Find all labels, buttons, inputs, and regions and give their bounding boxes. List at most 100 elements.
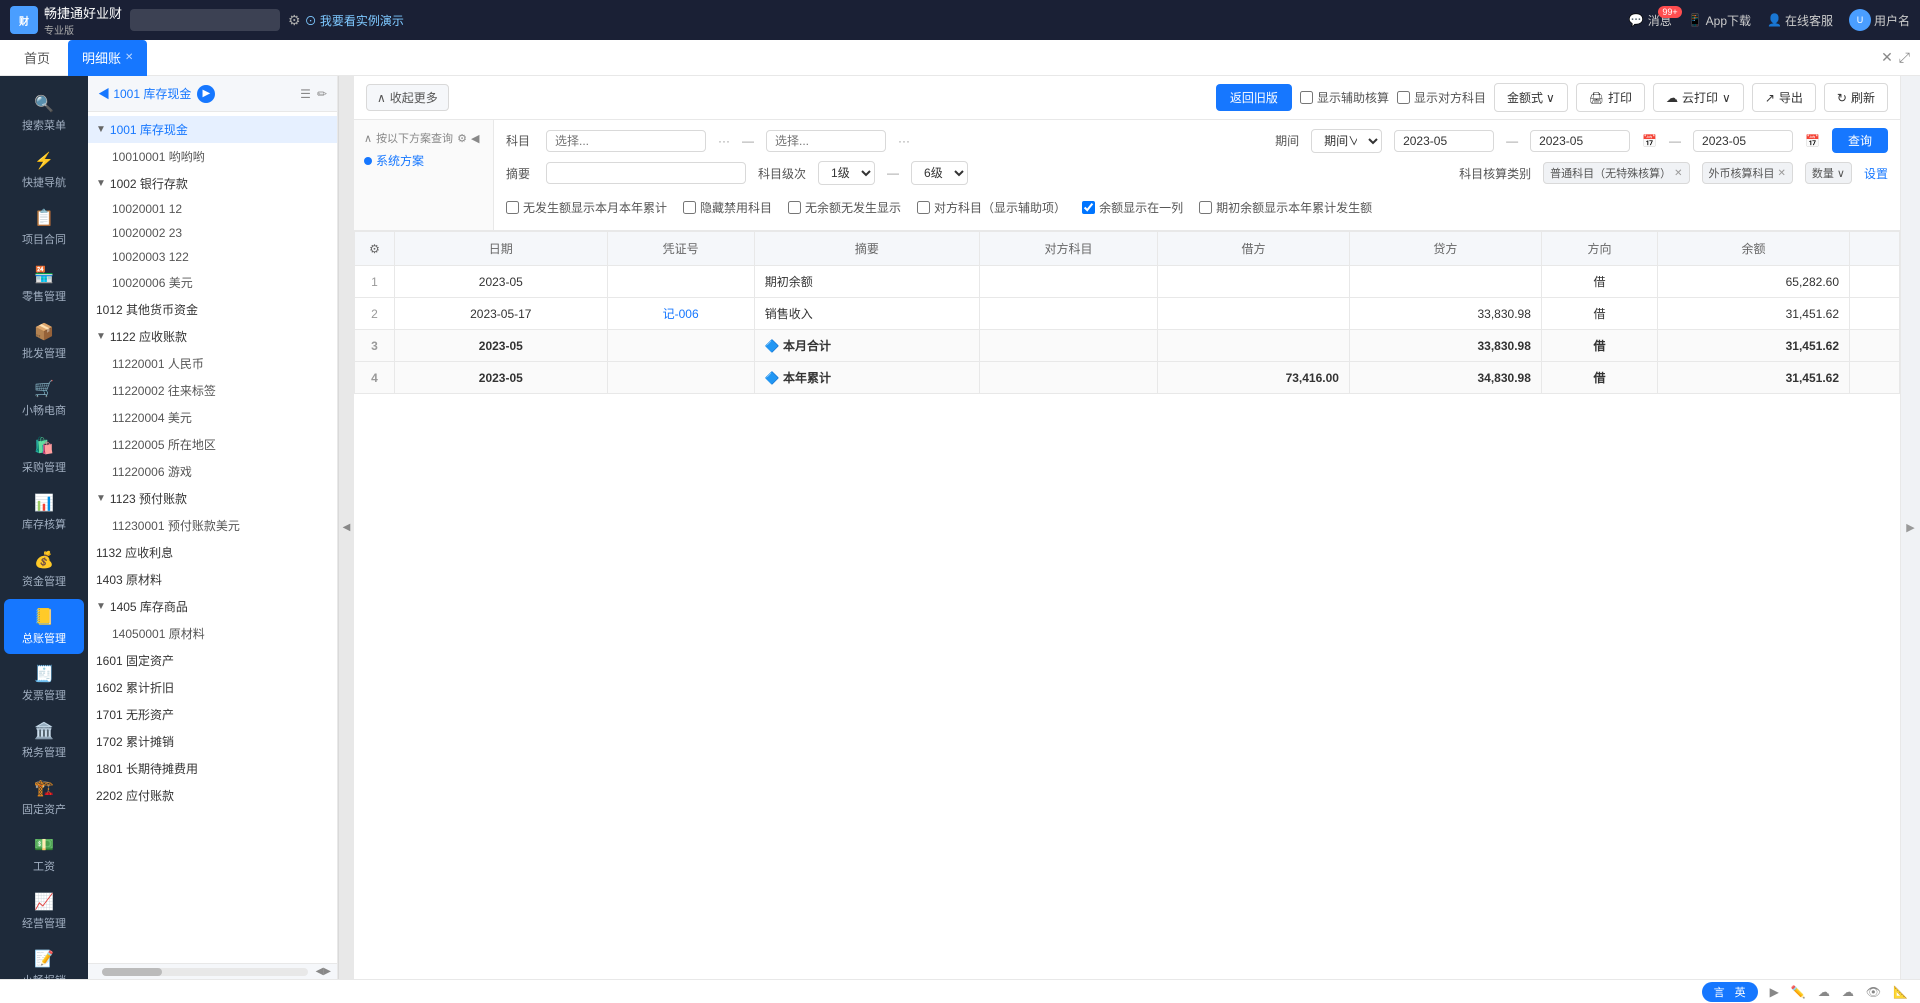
- level-start-select[interactable]: 1级: [818, 161, 875, 185]
- tree-item-1405[interactable]: ▼ 1405 库存商品: [88, 593, 337, 620]
- tab-home[interactable]: 首页: [10, 40, 64, 76]
- subject-end-input[interactable]: [766, 130, 886, 152]
- option-counter-subject[interactable]: 对方科目（显示辅助项）: [917, 199, 1066, 216]
- tree-item-10020006[interactable]: 10020006 美元: [88, 269, 337, 296]
- tree-item-10010001[interactable]: 10010001 哟哟哟: [88, 143, 337, 170]
- option-no-occur-input[interactable]: [506, 201, 519, 214]
- sidebar-item-wholesale[interactable]: 📦 批发管理: [4, 314, 84, 369]
- lang-switch-button[interactable]: 言 英: [1702, 982, 1758, 1002]
- show-aux-checkbox[interactable]: 显示辅助核算: [1300, 89, 1389, 106]
- app-download-button[interactable]: 📱 App下载: [1688, 12, 1751, 29]
- option-no-occur[interactable]: 无发生额显示本月本年累计: [506, 199, 667, 216]
- table-gear-icon[interactable]: ⚙: [369, 242, 380, 256]
- tree-item-2202[interactable]: 2202 应付账款: [88, 782, 337, 809]
- tree-item-1123[interactable]: ▼ 1123 预付账款: [88, 485, 337, 512]
- bottom-icon-4[interactable]: ☁: [1842, 985, 1854, 999]
- system-scheme-link[interactable]: 系统方案: [364, 152, 483, 169]
- bottom-icon-5[interactable]: 👁: [1866, 985, 1881, 999]
- return-old-version-button[interactable]: 返回旧版: [1216, 84, 1292, 111]
- tree-item-10020001[interactable]: 10020001 12: [88, 197, 337, 221]
- option-counter-input[interactable]: [917, 201, 930, 214]
- horizontal-scrollbar[interactable]: [102, 968, 308, 976]
- period-end-input[interactable]: [1530, 130, 1630, 152]
- tree-item-11220006[interactable]: 11220006 游戏: [88, 458, 337, 485]
- sidebar-item-search[interactable]: 🔍 搜索菜单: [4, 86, 84, 141]
- side-collapse-button[interactable]: ◀: [338, 76, 354, 979]
- refresh-button[interactable]: ↻ 刷新: [1824, 83, 1888, 112]
- tree-item-1001[interactable]: ▼ 1001 库存现金: [88, 116, 337, 143]
- period-start-input[interactable]: [1394, 130, 1494, 152]
- tree-item-10020003[interactable]: 10020003 122: [88, 245, 337, 269]
- show-counter-input[interactable]: [1397, 91, 1410, 104]
- sidebar-item-invoice[interactable]: 🧾 发票管理: [4, 656, 84, 711]
- option-period-accum[interactable]: 期初余额显示本年累计发生额: [1199, 199, 1372, 216]
- tree-item-1601[interactable]: 1601 固定资产: [88, 647, 337, 674]
- bottom-icon-1[interactable]: ▶: [1770, 985, 1779, 999]
- period-type-select[interactable]: 期间∨: [1311, 129, 1382, 153]
- period-end2-input[interactable]: [1693, 130, 1793, 152]
- tag-foreign-close[interactable]: ✕: [1778, 168, 1786, 179]
- tab-ledger[interactable]: 明细账 ✕: [68, 40, 147, 76]
- sidebar-item-ecommerce[interactable]: 🛒 小畅电商: [4, 371, 84, 426]
- option-balance-one-col[interactable]: 余额显示在一列: [1082, 199, 1183, 216]
- tree-item-1801[interactable]: 1801 长期待摊费用: [88, 755, 337, 782]
- export-button[interactable]: ↗ 导出: [1752, 83, 1816, 112]
- navigate-next-button[interactable]: ▶: [197, 85, 215, 103]
- scheme-collapse-icon[interactable]: ◀: [471, 132, 479, 145]
- sidebar-item-project[interactable]: 📋 项目合同: [4, 200, 84, 255]
- calendar-start-icon[interactable]: 📅: [1642, 134, 1657, 148]
- option-period-accum-input[interactable]: [1199, 201, 1212, 214]
- voucher-link-2[interactable]: 记-006: [663, 307, 699, 321]
- print-button[interactable]: 🖨 打印: [1576, 83, 1645, 112]
- level-end-select[interactable]: 6级: [911, 161, 968, 185]
- option-no-balance[interactable]: 无余额无发生显示: [788, 199, 901, 216]
- show-aux-input[interactable]: [1300, 91, 1313, 104]
- search-input[interactable]: [130, 9, 280, 31]
- cloud-print-button[interactable]: ☁ 云打印 ∨: [1653, 83, 1744, 112]
- tree-item-1012[interactable]: 1012 其他货币资金: [88, 296, 337, 323]
- tree-item-11220001[interactable]: 11220001 人民币: [88, 350, 337, 377]
- sidebar-item-inventory[interactable]: 📊 库存核算: [4, 485, 84, 540]
- tree-item-11220004[interactable]: 11220004 美元: [88, 404, 337, 431]
- bottom-icon-3[interactable]: ☁: [1818, 985, 1830, 999]
- tree-item-1132[interactable]: 1132 应收利息: [88, 539, 337, 566]
- tree-item-11230001[interactable]: 11230001 预付账款美元: [88, 512, 337, 539]
- query-button[interactable]: 查询: [1832, 128, 1888, 153]
- settings-icon[interactable]: ⚙: [288, 12, 301, 29]
- sidebar-item-purchase[interactable]: 🛍️ 采购管理: [4, 428, 84, 483]
- sidebar-item-retail[interactable]: 🏪 零售管理: [4, 257, 84, 312]
- tree-item-1602[interactable]: 1602 累计折旧: [88, 674, 337, 701]
- bottom-icon-6[interactable]: 📐: [1893, 985, 1908, 999]
- scroll-right-button[interactable]: ▶: [323, 966, 331, 977]
- sidebar-item-salary[interactable]: 💵 工资: [4, 827, 84, 882]
- settings-link[interactable]: 设置: [1864, 165, 1888, 182]
- tree-item-1702[interactable]: 1702 累计摊销: [88, 728, 337, 755]
- demo-link[interactable]: ⊙ 我要看实例演示: [305, 12, 404, 29]
- tab-ledger-close[interactable]: ✕: [125, 52, 133, 63]
- sidebar-item-accounting[interactable]: 📒 总账管理: [4, 599, 84, 654]
- tree-item-10020002[interactable]: 10020002 23: [88, 221, 337, 245]
- amount-style-button[interactable]: 金额式 ∨: [1494, 83, 1568, 112]
- tree-item-1122[interactable]: ▼ 1122 应收账款: [88, 323, 337, 350]
- sidebar-item-business[interactable]: 📈 经营管理: [4, 884, 84, 939]
- collapse-more-button[interactable]: ∧ 收起更多: [366, 84, 449, 111]
- summary-input[interactable]: [546, 162, 746, 184]
- tree-item-11220002[interactable]: 11220002 往来标签: [88, 377, 337, 404]
- sidebar-item-tax[interactable]: 🏛️ 税务管理: [4, 713, 84, 768]
- sidebar-item-fixed[interactable]: 🏗️ 固定资产: [4, 770, 84, 825]
- tag-quantity-dropdown[interactable]: ∨: [1837, 167, 1845, 180]
- tag-normal-close[interactable]: ✕: [1674, 168, 1682, 179]
- scheme-config-icon[interactable]: ⚙: [457, 132, 467, 145]
- sidebar-item-report[interactable]: 📝 小畅报销: [4, 941, 84, 979]
- add-account-icon[interactable]: ✏: [317, 87, 327, 101]
- option-hide-disabled[interactable]: 隐藏禁用科目: [683, 199, 772, 216]
- online-service-button[interactable]: 👤 在线客服: [1767, 12, 1833, 29]
- list-view-icon[interactable]: ☰: [300, 87, 311, 101]
- subject-input[interactable]: [546, 130, 706, 152]
- user-area[interactable]: U 用户名: [1849, 9, 1910, 31]
- option-hide-disabled-input[interactable]: [683, 201, 696, 214]
- tree-item-1403[interactable]: 1403 原材料: [88, 566, 337, 593]
- calendar-end-icon[interactable]: 📅: [1805, 134, 1820, 148]
- right-collapse-panel[interactable]: ▶: [1900, 76, 1920, 979]
- tree-item-1701[interactable]: 1701 无形资产: [88, 701, 337, 728]
